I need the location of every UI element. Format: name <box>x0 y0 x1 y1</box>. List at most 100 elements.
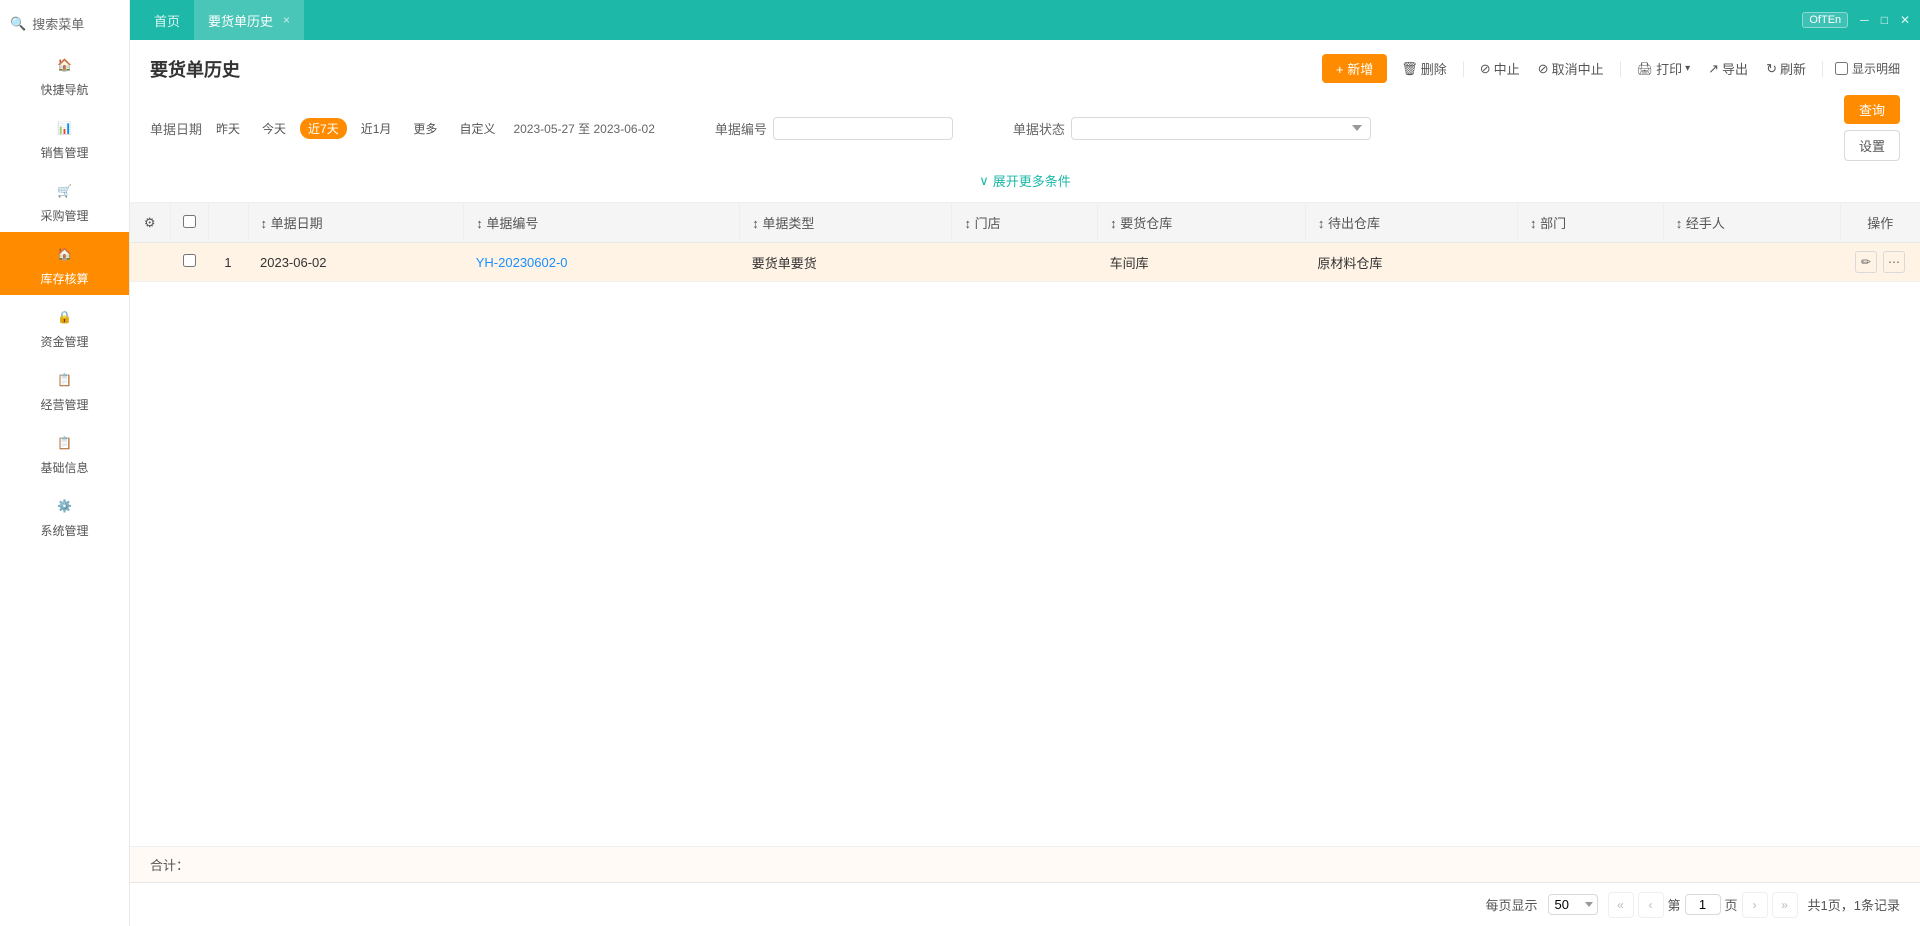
divider2 <box>1620 61 1621 77</box>
row-more-icon[interactable]: ⋯ <box>1883 251 1905 273</box>
sidebar-icon-purchase: 🛒 <box>53 179 77 203</box>
col-ops: 操作 <box>1840 203 1920 243</box>
sidebar-item-sales[interactable]: 📊 销售管理 <box>0 106 129 169</box>
date-btn-yesterday[interactable]: 昨天 <box>208 118 248 139</box>
tab-close-history[interactable]: × <box>283 13 290 27</box>
sidebar-item-basic[interactable]: 📋 基础信息 <box>0 421 129 484</box>
status-select[interactable] <box>1071 117 1371 140</box>
sidebar-label-system: 系统管理 <box>40 522 88 539</box>
col-settings[interactable]: ⚙ <box>130 203 170 243</box>
row-checkbox-input[interactable] <box>183 254 196 267</box>
row-action-icons: ✏ ⋯ <box>1852 251 1908 273</box>
main-table: ⚙ ↕ 单据日期 ↕ 单据编号 ↕ 单据类型 ↕ 门店 ↕ 要货仓库 ↕ 待出仓… <box>130 203 1920 282</box>
expand-more-label: 展开更多条件 <box>993 171 1071 190</box>
sidebar-item-operations[interactable]: 📋 经营管理 <box>0 358 129 421</box>
date-buttons: 昨天今天近7天近1月更多自定义 <box>208 118 503 139</box>
export-button[interactable]: ↗ 导出 <box>1704 57 1752 80</box>
prev-page-btn[interactable]: ‹ <box>1638 892 1664 918</box>
date-btn-custom[interactable]: 自定义 <box>451 118 503 139</box>
query-button[interactable]: 查询 <box>1844 95 1900 124</box>
date-btn-today[interactable]: 今天 <box>254 118 294 139</box>
query-buttons: 查询 设置 <box>1844 95 1900 161</box>
filter-row-1: 单据日期 昨天今天近7天近1月更多自定义 2023-05-27 至 2023-0… <box>150 95 1900 161</box>
last-page-btn[interactable]: » <box>1772 892 1798 918</box>
sidebar-item-system[interactable]: ⚙️ 系统管理 <box>0 484 129 547</box>
per-page-select[interactable]: 50 10 20 100 <box>1548 894 1598 915</box>
col-wait-warehouse: ↕ 待出仓库 <box>1305 203 1517 243</box>
cancel-stop-icon: ⊘ <box>1538 61 1549 77</box>
col-req-warehouse: ↕ 要货仓库 <box>1098 203 1306 243</box>
page-input[interactable] <box>1685 894 1721 915</box>
col-dept: ↕ 部门 <box>1518 203 1664 243</box>
date-range: 2023-05-27 至 2023-06-02 <box>513 120 654 137</box>
sidebar-search[interactable]: 🔍 搜索菜单 <box>0 0 129 43</box>
refresh-button[interactable]: ↻ 刷新 <box>1762 57 1810 80</box>
page-nav: « ‹ 第 页 › » <box>1608 892 1798 918</box>
sidebar-item-home[interactable]: 🏠 快捷导航 <box>0 43 129 106</box>
date-filter: 单据日期 昨天今天近7天近1月更多自定义 2023-05-27 至 2023-0… <box>150 118 655 139</box>
row-dept <box>1518 243 1664 282</box>
display-detail-input[interactable] <box>1835 62 1848 75</box>
cancel-stop-button[interactable]: ⊘ 取消中止 <box>1534 57 1608 80</box>
tab-label-history: 要货单历史 <box>208 11 273 30</box>
total-info: 共1页，1条记录 <box>1808 895 1900 914</box>
doc-no-label: 单据编号 <box>715 119 767 138</box>
sidebar-label-inventory: 库存核算 <box>40 270 88 287</box>
sidebar-icon-sales: 📊 <box>53 116 77 140</box>
row-edit-icon[interactable]: ✏ <box>1855 251 1877 273</box>
col-store: ↕ 门店 <box>952 203 1098 243</box>
divider1 <box>1463 61 1464 77</box>
sidebar-icon-basic: 📋 <box>53 431 77 455</box>
print-icon: 🖨 <box>1637 61 1654 77</box>
date-btn-last_month[interactable]: 近1月 <box>353 118 400 139</box>
new-button[interactable]: + 新增 <box>1322 54 1387 83</box>
date-btn-more[interactable]: 更多 <box>405 118 445 139</box>
topbar: 首页要货单历史× OfTEn ─ □ ✕ <box>130 0 1920 40</box>
cancel-stop-label: 取消中止 <box>1552 59 1604 78</box>
stop-icon: ⊘ <box>1480 61 1491 77</box>
display-detail-label: 显示明细 <box>1852 60 1900 77</box>
select-all-checkbox[interactable] <box>183 215 196 228</box>
sidebar-label-home: 快捷导航 <box>40 81 88 98</box>
sidebar-item-inventory[interactable]: 🏠 库存核算 <box>0 232 129 295</box>
main-area: 首页要货单历史× OfTEn ─ □ ✕ 要货单历史 + 新增 🗑 删除 ⊘ 中… <box>130 0 1920 926</box>
refresh-icon: ↻ <box>1766 61 1777 77</box>
tab-history[interactable]: 要货单历史 × <box>194 0 304 40</box>
sidebar-item-finance[interactable]: 🔒 资金管理 <box>0 295 129 358</box>
sidebar-label-sales: 销售管理 <box>40 144 88 161</box>
row-settings <box>130 243 170 282</box>
print-button[interactable]: 🖨 打印 ▾ <box>1633 57 1695 80</box>
doc-no-input[interactable] <box>773 117 953 140</box>
sidebar-label-basic: 基础信息 <box>40 459 88 476</box>
next-page-btn[interactable]: › <box>1742 892 1768 918</box>
window-close[interactable]: ✕ <box>1900 13 1910 27</box>
sidebar-label-purchase: 采购管理 <box>40 207 88 224</box>
row-no[interactable]: YH-20230602-0 <box>464 243 740 282</box>
display-detail-checkbox[interactable]: 显示明细 <box>1835 60 1900 77</box>
window-maximize[interactable]: □ <box>1881 13 1888 27</box>
pagination-bar: 每页显示 50 10 20 100 « ‹ 第 页 › » 共1页，1条记录 <box>130 882 1920 926</box>
sidebar-label-finance: 资金管理 <box>40 333 88 350</box>
date-btn-last7days[interactable]: 近7天 <box>300 118 347 139</box>
row-date: 2023-06-02 <box>248 243 464 282</box>
col-handler: ↕ 经手人 <box>1663 203 1840 243</box>
status-label: 单据状态 <box>1013 119 1065 138</box>
first-page-btn[interactable]: « <box>1608 892 1634 918</box>
expand-more-btn[interactable]: ∨ 展开更多条件 <box>150 167 1900 194</box>
settings-button[interactable]: 设置 <box>1844 130 1900 161</box>
per-page-label: 每页显示 <box>1485 895 1537 914</box>
sidebar-icon-home: 🏠 <box>53 53 77 77</box>
search-icon: 🔍 <box>10 16 26 32</box>
row-checkbox[interactable] <box>170 243 208 282</box>
tab-home[interactable]: 首页 <box>140 0 194 40</box>
row-no-link[interactable]: YH-20230602-0 <box>476 255 568 270</box>
sidebar: 🔍 搜索菜单 🏠 快捷导航 📊 销售管理 🛒 采购管理 🏠 库存核算 🔒 资金管… <box>0 0 130 926</box>
delete-icon: 🗑 <box>1401 61 1418 77</box>
row-store <box>952 243 1098 282</box>
stop-button[interactable]: ⊘ 中止 <box>1476 57 1524 80</box>
sidebar-item-purchase[interactable]: 🛒 采购管理 <box>0 169 129 232</box>
window-minimize[interactable]: ─ <box>1860 13 1869 27</box>
table-header: ⚙ ↕ 单据日期 ↕ 单据编号 ↕ 单据类型 ↕ 门店 ↕ 要货仓库 ↕ 待出仓… <box>130 203 1920 243</box>
doc-no-filter: 单据编号 <box>715 117 953 140</box>
delete-button[interactable]: 🗑 删除 <box>1397 57 1451 80</box>
